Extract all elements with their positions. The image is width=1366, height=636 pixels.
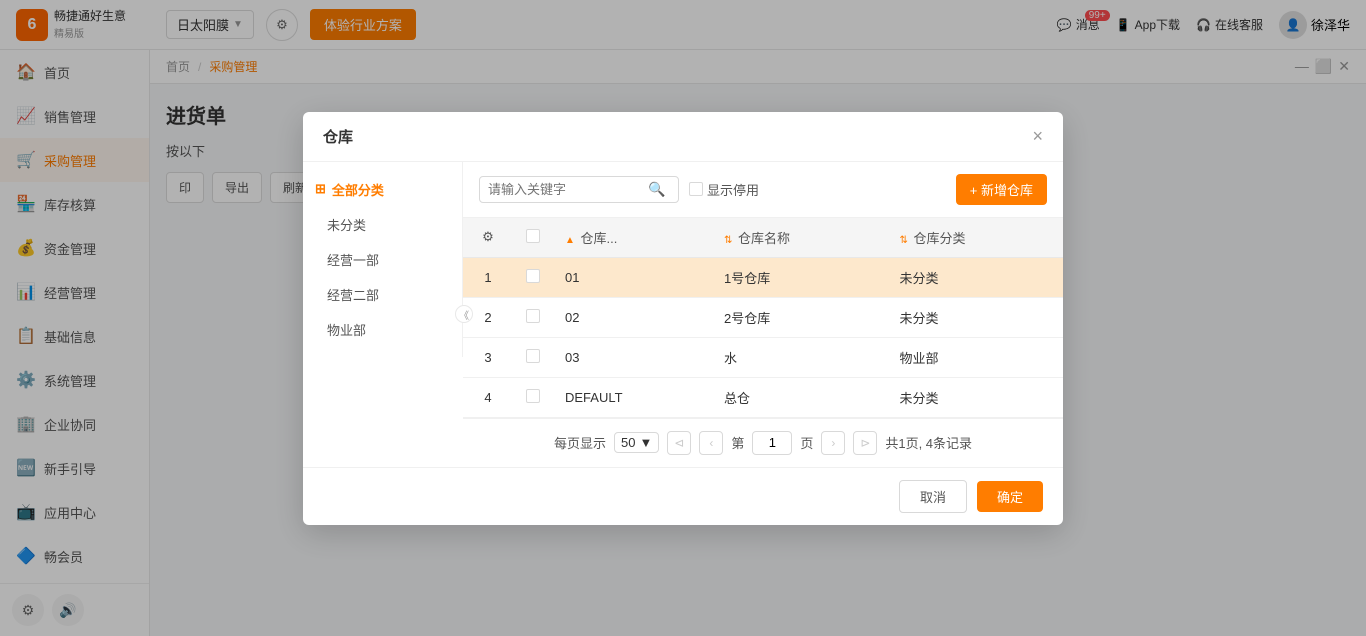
row-cat-1: 未分类 (887, 257, 1063, 297)
row-cat-2: 未分类 (887, 297, 1063, 337)
table-row[interactable]: 3 03 水 物业部 (463, 337, 1063, 377)
warehouse-table-wrap: ⚙ ▲ 仓库... ⇅ (463, 218, 1063, 418)
row-2-checkbox[interactable] (526, 309, 540, 323)
sort-cat-icon: ⇅ (899, 235, 907, 246)
warehouse-table: ⚙ ▲ 仓库... ⇅ (463, 218, 1063, 418)
per-page-arrow-icon: ▼ (639, 435, 652, 450)
select-all-checkbox[interactable] (526, 229, 540, 243)
collapse-panel-button[interactable]: 《 (455, 305, 473, 323)
page-unit: 页 (800, 433, 813, 452)
col-header-code: ▲ 仓库... (553, 218, 712, 258)
row-code-2: 02 (553, 297, 712, 337)
sort-code-icon: ▲ (565, 235, 575, 246)
modal-close-icon[interactable]: × (1032, 126, 1043, 147)
modal-title: 仓库 (323, 126, 353, 147)
category-panel: ⊞ 全部分类 未分类 经营一部 经营二部 物业部 (303, 162, 463, 357)
row-code-3: 03 (553, 337, 712, 377)
row-name-2: 2号仓库 (712, 297, 888, 337)
first-page-button[interactable]: ⊲ (667, 431, 691, 455)
row-1-checkbox[interactable] (526, 269, 540, 283)
warehouse-modal: 仓库 × ⊞ 全部分类 未分类 经营一部 经营二部 物业部 《 (303, 112, 1063, 525)
col-header-idx: ⚙ (463, 218, 513, 258)
cancel-button[interactable]: 取消 (899, 480, 967, 513)
gear-col-icon: ⚙ (482, 229, 494, 244)
col-category-label: 仓库分类 (914, 231, 966, 246)
per-page-select[interactable]: 50 ▼ (614, 432, 659, 453)
grid-icon: ⊞ (315, 181, 326, 197)
row-idx-1: 1 (463, 257, 513, 297)
add-warehouse-button[interactable]: + 新增仓库 (956, 174, 1047, 205)
search-icon[interactable]: 🔍 (648, 181, 665, 198)
row-idx-4: 4 (463, 377, 513, 417)
show-disabled-checkbox[interactable] (689, 182, 703, 196)
row-check-3[interactable] (513, 337, 553, 377)
total-label: 共1页, 4条记录 (885, 433, 972, 452)
last-page-button[interactable]: ⊳ (853, 431, 877, 455)
row-cat-4: 未分类 (887, 377, 1063, 417)
page-number-input[interactable] (752, 431, 792, 455)
all-category-label: 全部分类 (332, 180, 384, 199)
prev-page-button[interactable]: ‹ (699, 431, 723, 455)
modal-body: ⊞ 全部分类 未分类 经营一部 经营二部 物业部 《 🔍 (303, 162, 1063, 467)
col-header-name: ⇅ 仓库名称 (712, 218, 888, 258)
search-bar: 🔍 显示停用 + 新增仓库 (463, 162, 1063, 218)
row-4-checkbox[interactable] (526, 389, 540, 403)
show-disabled-label: 显示停用 (707, 180, 759, 199)
row-check-4[interactable] (513, 377, 553, 417)
row-check-1[interactable] (513, 257, 553, 297)
show-disabled-wrap: 显示停用 (689, 180, 759, 199)
right-panel: 🔍 显示停用 + 新增仓库 ⚙ (463, 162, 1063, 467)
category-item-ops2[interactable]: 经营二部 (303, 277, 462, 312)
all-category-item[interactable]: ⊞ 全部分类 (303, 172, 462, 207)
row-check-2[interactable] (513, 297, 553, 337)
col-header-check (513, 218, 553, 258)
table-row[interactable]: 1 01 1号仓库 未分类 (463, 257, 1063, 297)
row-3-checkbox[interactable] (526, 349, 540, 363)
category-item-property[interactable]: 物业部 (303, 312, 462, 347)
row-name-3: 水 (712, 337, 888, 377)
next-page-button[interactable]: › (821, 431, 845, 455)
per-page-value: 50 (621, 435, 635, 450)
row-idx-3: 3 (463, 337, 513, 377)
row-code-1: 01 (553, 257, 712, 297)
modal-header: 仓库 × (303, 112, 1063, 162)
category-item-uncat[interactable]: 未分类 (303, 207, 462, 242)
search-input[interactable] (488, 182, 648, 197)
row-cat-3: 物业部 (887, 337, 1063, 377)
row-name-4: 总仓 (712, 377, 888, 417)
table-body: 1 01 1号仓库 未分类 2 02 2号仓库 (463, 257, 1063, 417)
table-header: ⚙ ▲ 仓库... ⇅ (463, 218, 1063, 258)
row-code-4: DEFAULT (553, 377, 712, 417)
pagination: 每页显示 50 ▼ ⊲ ‹ 第 页 › ⊳ 共1页, 4条记录 (463, 418, 1063, 467)
page-label: 第 (731, 433, 744, 452)
per-page-label: 每页显示 (554, 433, 606, 452)
confirm-button[interactable]: 确定 (977, 481, 1043, 512)
sort-name-icon: ⇅ (724, 235, 732, 246)
table-row[interactable]: 4 DEFAULT 总仓 未分类 (463, 377, 1063, 417)
row-name-1: 1号仓库 (712, 257, 888, 297)
col-code-label: 仓库... (581, 231, 618, 246)
table-row[interactable]: 2 02 2号仓库 未分类 (463, 297, 1063, 337)
col-name-label: 仓库名称 (738, 231, 790, 246)
category-item-ops1[interactable]: 经营一部 (303, 242, 462, 277)
modal-backdrop: 仓库 × ⊞ 全部分类 未分类 经营一部 经营二部 物业部 《 (0, 0, 1366, 636)
search-input-wrap: 🔍 (479, 176, 679, 203)
col-header-category: ⇅ 仓库分类 (887, 218, 1063, 258)
modal-footer: 取消 确定 (303, 467, 1063, 525)
category-panel-wrap: ⊞ 全部分类 未分类 经营一部 经营二部 物业部 《 (303, 162, 463, 467)
